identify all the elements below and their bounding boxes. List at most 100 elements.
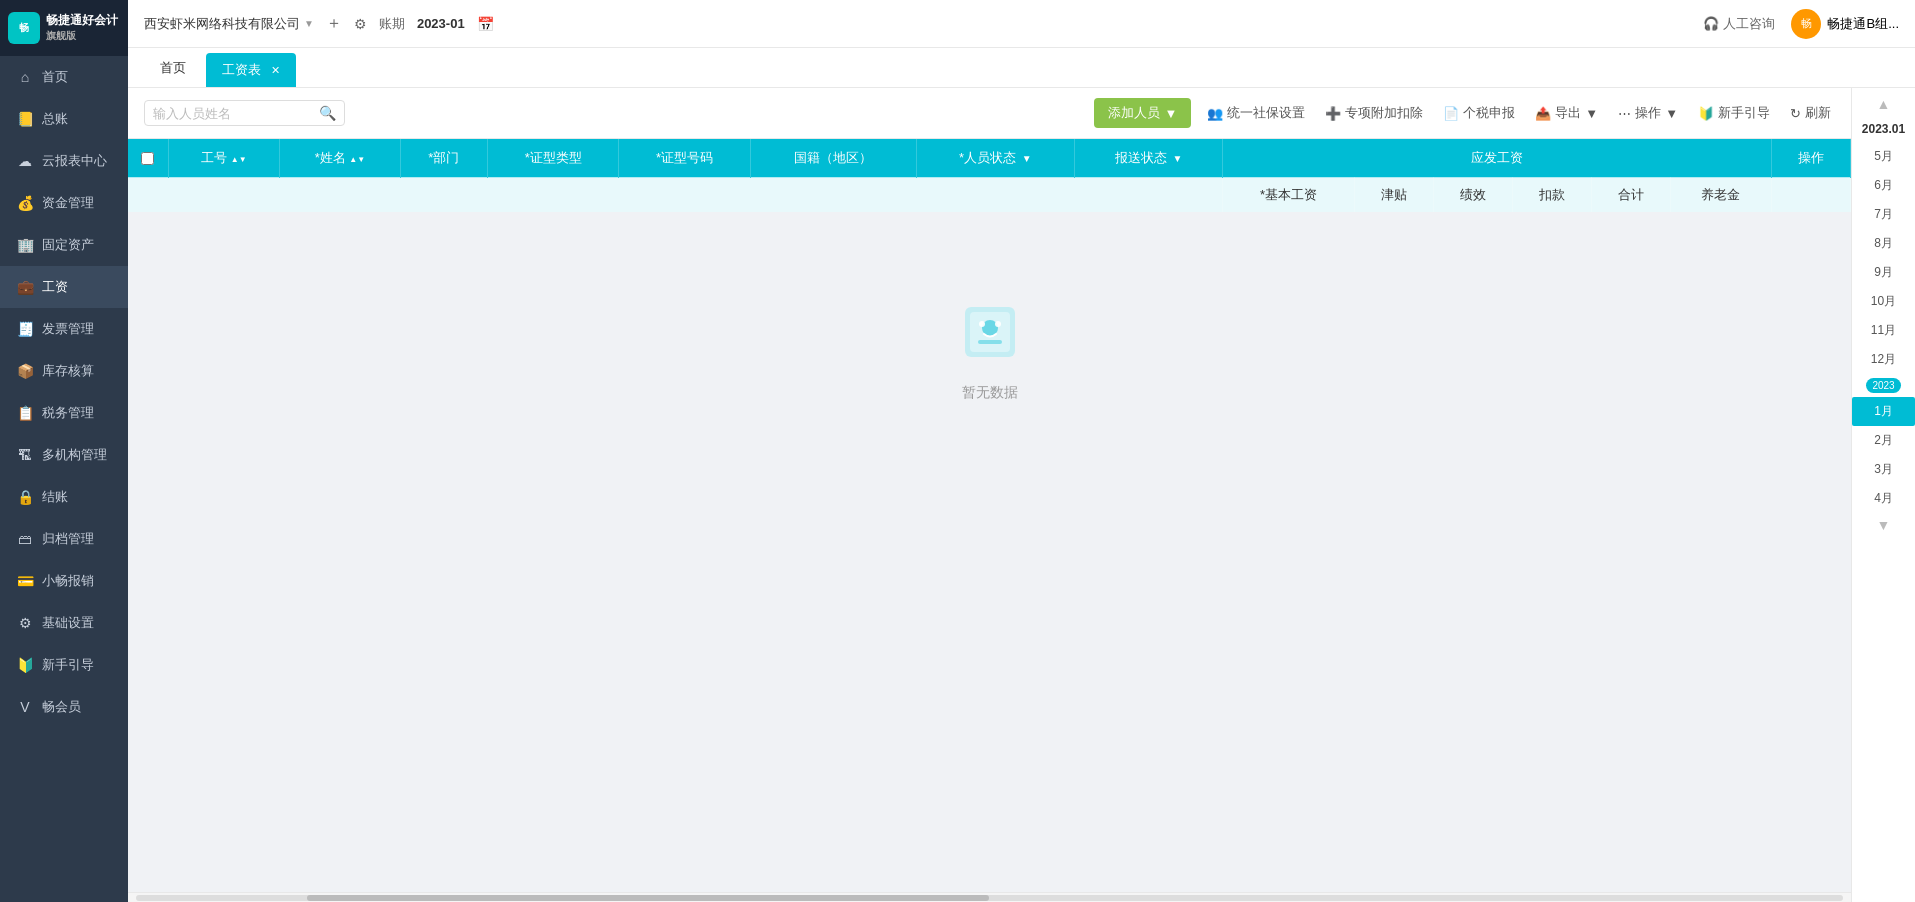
close-period-icon: 🔒	[16, 489, 34, 505]
operations-label: 操作	[1635, 104, 1661, 122]
sidebar-item-tax[interactable]: 📋 税务管理	[0, 392, 128, 434]
header-right: 🎧 人工咨询 畅 畅捷通B组...	[1703, 9, 1899, 39]
search-wrap[interactable]: 🔍	[144, 100, 345, 126]
sidebar-item-archive[interactable]: 🗃 归档管理	[0, 518, 128, 560]
sidebar-item-expense[interactable]: 💳 小畅报销	[0, 560, 128, 602]
sidebar-item-settings[interactable]: ⚙ 基础设置	[0, 602, 128, 644]
month-item-2[interactable]: 2月	[1852, 426, 1915, 455]
sidebar-item-close-label: 结账	[42, 488, 68, 506]
th-id-number: *证型号码	[619, 139, 750, 178]
month-item-10[interactable]: 10月	[1852, 287, 1915, 316]
sidebar-item-home[interactable]: ⌂ 首页	[0, 56, 128, 98]
tabs-bar: 首页 工资表 ✕	[128, 48, 1915, 88]
panel-up-arrow[interactable]: ▲	[1873, 92, 1895, 116]
th-performance: 绩效	[1433, 178, 1512, 213]
th-checkbox[interactable]	[128, 139, 168, 178]
sidebar-item-salary-label: 工资	[42, 278, 68, 296]
main-area: 西安虾米网络科技有限公司 ▼ ＋ ⚙ 账期 2023-01 📅 🎧 人工咨询 畅…	[128, 0, 1915, 902]
archive-icon: 🗃	[16, 531, 34, 547]
th-actions: 操作	[1771, 139, 1850, 178]
period-label: 账期	[379, 15, 405, 33]
logo-text-block: 畅捷通好会计 旗舰版	[46, 13, 118, 43]
guide-button[interactable]: 🔰 新手引导	[1694, 104, 1774, 122]
sidebar-item-invoice-label: 发票管理	[42, 320, 94, 338]
refresh-button[interactable]: ↻ 刷新	[1786, 104, 1835, 122]
service-button[interactable]: 🎧 人工咨询	[1703, 15, 1775, 33]
settings-icon: ⚙	[16, 615, 34, 631]
sidebar-item-funds[interactable]: 💰 资金管理	[0, 182, 128, 224]
tax-report-button[interactable]: 📄 个税申报	[1439, 104, 1519, 122]
calendar-icon[interactable]: 📅	[477, 16, 494, 32]
sidebar-item-assets[interactable]: 🏢 固定资产	[0, 224, 128, 266]
scrollbar-track	[136, 895, 1843, 901]
sidebar-item-cloud-report[interactable]: ☁ 云报表中心	[0, 140, 128, 182]
month-item-11[interactable]: 11月	[1852, 316, 1915, 345]
sidebar-item-guide[interactable]: 🔰 新手引导	[0, 644, 128, 686]
search-input[interactable]	[153, 106, 313, 121]
svg-point-5	[995, 321, 1001, 327]
bottom-scrollbar[interactable]	[128, 892, 1851, 902]
status-filter-icon[interactable]: ▼	[1022, 153, 1032, 164]
scrollbar-thumb[interactable]	[307, 895, 990, 901]
home-icon: ⌂	[16, 69, 34, 85]
submit-filter-icon[interactable]: ▼	[1172, 153, 1182, 164]
month-item-5[interactable]: 5月	[1852, 142, 1915, 171]
logo-icon: 畅	[8, 12, 40, 44]
special-deduction-button[interactable]: ➕ 专项附加扣除	[1321, 104, 1427, 122]
month-item-9[interactable]: 9月	[1852, 258, 1915, 287]
sidebar-item-invoice[interactable]: 🧾 发票管理	[0, 308, 128, 350]
table-wrap: 工号 ▲▼ *姓名 ▲▼ *部门 *证型类型 *证型号码 国籍（地区）	[128, 139, 1851, 892]
sidebar-item-close[interactable]: 🔒 结账	[0, 476, 128, 518]
special-deduction-label: 专项附加扣除	[1345, 104, 1423, 122]
sidebar-item-assets-label: 固定资产	[42, 236, 94, 254]
refresh-label: 刷新	[1805, 104, 1831, 122]
social-settings-label: 统一社保设置	[1227, 104, 1305, 122]
year-badge: 2023	[1866, 378, 1900, 393]
social-settings-button[interactable]: 👥 统一社保设置	[1203, 104, 1309, 122]
month-item-4[interactable]: 4月	[1852, 484, 1915, 513]
export-button[interactable]: 📤 导出 ▼	[1531, 104, 1602, 122]
th-nationality: 国籍（地区）	[750, 139, 917, 178]
th-status: *人员状态 ▼	[917, 139, 1074, 178]
company-name: 西安虾米网络科技有限公司	[144, 15, 300, 33]
month-item-6[interactable]: 6月	[1852, 171, 1915, 200]
user-menu[interactable]: 畅 畅捷通B组...	[1791, 9, 1899, 39]
th-allowance: 津贴	[1354, 178, 1433, 213]
sidebar-item-cloud-label: 云报表中心	[42, 152, 107, 170]
sidebar-item-ledger[interactable]: 📒 总账	[0, 98, 128, 140]
sidebar-item-member[interactable]: V 畅会员	[0, 686, 128, 728]
company-selector[interactable]: 西安虾米网络科技有限公司 ▼	[144, 15, 314, 33]
tax-report-icon: 📄	[1443, 106, 1459, 121]
sidebar-item-funds-label: 资金管理	[42, 194, 94, 212]
month-item-8[interactable]: 8月	[1852, 229, 1915, 258]
social-settings-icon: 👥	[1207, 106, 1223, 121]
sidebar-item-salary[interactable]: 💼 工资	[0, 266, 128, 308]
operations-arrow: ▼	[1665, 106, 1678, 121]
month-item-7[interactable]: 7月	[1852, 200, 1915, 229]
add-person-button[interactable]: 添加人员 ▼	[1094, 98, 1191, 128]
app-logo: 畅 畅捷通好会计 旗舰版	[0, 0, 128, 56]
ledger-icon: 📒	[16, 111, 34, 127]
add-company-button[interactable]: ＋	[326, 13, 342, 34]
tab-salary[interactable]: 工资表 ✕	[206, 53, 296, 87]
settings-button[interactable]: ⚙	[354, 16, 367, 32]
tab-salary-close[interactable]: ✕	[271, 64, 280, 76]
member-icon: V	[16, 699, 34, 715]
sidebar-item-inventory[interactable]: 📦 库存核算	[0, 350, 128, 392]
month-item-3[interactable]: 3月	[1852, 455, 1915, 484]
guide-toolbar-icon: 🔰	[1698, 106, 1714, 121]
month-item-12[interactable]: 12月	[1852, 345, 1915, 374]
avatar: 畅	[1791, 9, 1821, 39]
svg-point-4	[979, 321, 985, 327]
tab-home[interactable]: 首页	[144, 51, 202, 87]
operations-button[interactable]: ⋯ 操作 ▼	[1614, 104, 1682, 122]
panel-period-label: 2023.01	[1858, 116, 1909, 142]
panel-down-arrow[interactable]: ▼	[1873, 513, 1895, 537]
th-employee-number: 工号 ▲▼	[168, 139, 280, 178]
select-all-checkbox[interactable]	[141, 152, 154, 165]
month-item-1[interactable]: 1月	[1852, 397, 1915, 426]
empty-text: 暂无数据	[962, 384, 1018, 402]
sidebar-item-multi-org[interactable]: 🏗 多机构管理	[0, 434, 128, 476]
salary-table: 工号 ▲▼ *姓名 ▲▼ *部门 *证型类型 *证型号码 国籍（地区）	[128, 139, 1851, 212]
operations-icon: ⋯	[1618, 106, 1631, 121]
